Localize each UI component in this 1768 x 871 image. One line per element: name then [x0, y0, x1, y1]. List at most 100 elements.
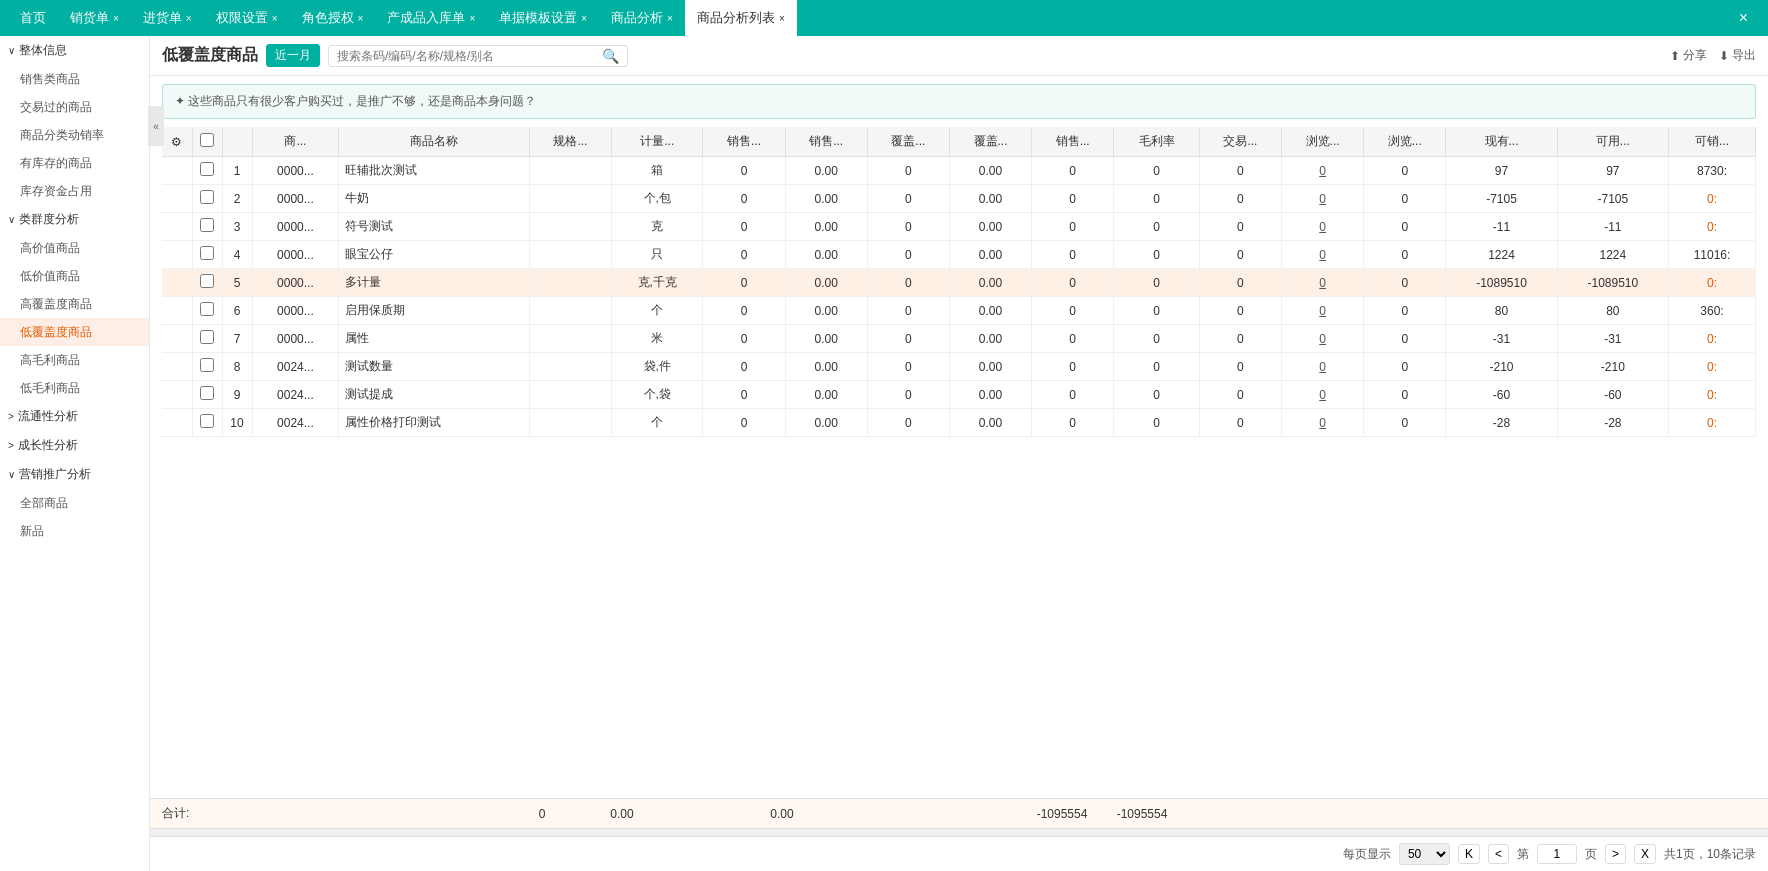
nav-item-商品分析列表[interactable]: 商品分析列表 ×: [685, 0, 797, 36]
col-sales-amt[interactable]: 销售...: [785, 127, 867, 157]
row-checkbox[interactable]: [200, 330, 214, 344]
col-transaction[interactable]: 交易...: [1199, 127, 1281, 157]
window-close-button[interactable]: ×: [1727, 9, 1760, 27]
row-checkbox[interactable]: [200, 358, 214, 372]
cell-view-link[interactable]: 0: [1282, 381, 1364, 409]
row-checkbox[interactable]: [200, 274, 214, 288]
col-spec[interactable]: 规格...: [529, 127, 611, 157]
row-checkbox[interactable]: [200, 414, 214, 428]
cell-data: -11: [1557, 213, 1668, 241]
cell-view-link[interactable]: 0: [1282, 409, 1364, 437]
sidebar-section-类群度分析[interactable]: ∨类群度分析: [0, 205, 149, 234]
nav-item-角色授权[interactable]: 角色授权 ×: [290, 0, 376, 36]
next-page-button[interactable]: >: [1605, 844, 1626, 864]
page-number-input[interactable]: [1537, 844, 1577, 864]
cell-data: 0024...: [252, 353, 339, 381]
sidebar-item-商品分类动销率[interactable]: 商品分类动销率: [0, 121, 149, 149]
total-records-label: 共1页，10条记录: [1664, 846, 1756, 863]
nav-item-首页[interactable]: 首页: [8, 0, 58, 36]
col-view2[interactable]: 浏览...: [1364, 127, 1446, 157]
last-page-button[interactable]: X: [1634, 844, 1656, 864]
cell-view-link[interactable]: 0: [1282, 241, 1364, 269]
sidebar-item-销售类商品[interactable]: 销售类商品: [0, 65, 149, 93]
sidebar-item-高覆盖度商品[interactable]: 高覆盖度商品: [0, 290, 149, 318]
cell-view-link[interactable]: 0: [1282, 269, 1364, 297]
col-unit[interactable]: 计量...: [612, 127, 703, 157]
per-page-select[interactable]: 2050100200: [1399, 843, 1450, 865]
nav-item-销货单[interactable]: 销货单 ×: [58, 0, 131, 36]
col-coverage1[interactable]: 覆盖...: [867, 127, 949, 157]
nav-item-单据模板设置[interactable]: 单据模板设置 ×: [487, 0, 599, 36]
sidebar-collapse-button[interactable]: «: [148, 106, 164, 146]
cell-data: 0: [1364, 325, 1446, 353]
cell-view-link[interactable]: 0: [1282, 185, 1364, 213]
select-all-checkbox[interactable]: [200, 133, 214, 147]
nav-close-商品分析[interactable]: ×: [667, 13, 673, 24]
prev-page-button[interactable]: <: [1488, 844, 1509, 864]
col-name[interactable]: 商品名称: [339, 127, 529, 157]
nav-close-单据模板设置[interactable]: ×: [581, 13, 587, 24]
checkbox-col-header[interactable]: [192, 127, 222, 157]
cell-view-link[interactable]: 0: [1282, 213, 1364, 241]
cell-data: 0: [703, 185, 785, 213]
nav-close-商品分析列表[interactable]: ×: [779, 13, 785, 24]
cell-data: 0: [1114, 185, 1200, 213]
col-view1[interactable]: 浏览...: [1282, 127, 1364, 157]
table-row: 30000...符号测试克00.0000.0000000-11-110:: [162, 213, 1756, 241]
sidebar-item-低覆盖度商品[interactable]: 低覆盖度商品: [0, 318, 149, 346]
cell-view-link[interactable]: 0: [1282, 325, 1364, 353]
sidebar-section-成长性分析[interactable]: >成长性分析: [0, 431, 149, 460]
nav-item-商品分析[interactable]: 商品分析 ×: [599, 0, 685, 36]
sidebar-item-有库存的商品[interactable]: 有库存的商品: [0, 149, 149, 177]
sidebar-item-低毛利商品[interactable]: 低毛利商品: [0, 374, 149, 402]
nav-item-进货单[interactable]: 进货单 ×: [131, 0, 204, 36]
col-coverage2[interactable]: 覆盖...: [949, 127, 1031, 157]
sidebar-item-库存资金占用[interactable]: 库存资金占用: [0, 177, 149, 205]
row-checkbox[interactable]: [200, 162, 214, 176]
sidebar-item-高价值商品[interactable]: 高价值商品: [0, 234, 149, 262]
cell-data: [529, 185, 611, 213]
col-current-stock[interactable]: 现有...: [1446, 127, 1557, 157]
cell-data: 0.00: [785, 381, 867, 409]
col-available-stock[interactable]: 可用...: [1557, 127, 1668, 157]
sidebar-item-新品[interactable]: 新品: [0, 517, 149, 545]
share-button[interactable]: ⬆ 分享: [1670, 47, 1707, 64]
nav-close-角色授权[interactable]: ×: [358, 13, 364, 24]
row-checkbox[interactable]: [200, 190, 214, 204]
row-checkbox[interactable]: [200, 302, 214, 316]
first-page-button[interactable]: K: [1458, 844, 1480, 864]
cell-data: 0: [867, 353, 949, 381]
sidebar-item-交易过的商品[interactable]: 交易过的商品: [0, 93, 149, 121]
nav-close-权限设置[interactable]: ×: [272, 13, 278, 24]
sidebar-section-整体信息[interactable]: ∨整体信息: [0, 36, 149, 65]
cell-view-link[interactable]: 0: [1282, 157, 1364, 185]
settings-col-header[interactable]: ⚙: [162, 127, 192, 157]
nav-item-产成品入库单[interactable]: 产成品入库单 ×: [375, 0, 487, 36]
export-button[interactable]: ⬇ 导出: [1719, 47, 1756, 64]
nav-close-进货单[interactable]: ×: [186, 13, 192, 24]
row-checkbox[interactable]: [200, 386, 214, 400]
horizontal-scrollbar[interactable]: [150, 828, 1768, 836]
sidebar-item-低价值商品[interactable]: 低价值商品: [0, 262, 149, 290]
row-checkbox[interactable]: [200, 218, 214, 232]
col-sales-qty[interactable]: 销售...: [703, 127, 785, 157]
sidebar-item-全部商品[interactable]: 全部商品: [0, 489, 149, 517]
nav-close-产成品入库单[interactable]: ×: [469, 13, 475, 24]
sidebar-section-流通性分析[interactable]: >流通性分析: [0, 402, 149, 431]
col-gross-margin[interactable]: 毛利率: [1114, 127, 1200, 157]
row-checkbox[interactable]: [200, 246, 214, 260]
nav-item-权限设置[interactable]: 权限设置 ×: [204, 0, 290, 36]
nav-close-销货单[interactable]: ×: [113, 13, 119, 24]
sidebar-item-高毛利商品[interactable]: 高毛利商品: [0, 346, 149, 374]
cell-view-link[interactable]: 0: [1282, 353, 1364, 381]
table-container[interactable]: ⚙ 商... 商品名称 规格... 计量... 销售... 销售... 覆盖..…: [150, 127, 1768, 798]
col-sales-other[interactable]: 销售...: [1032, 127, 1114, 157]
col-saleable[interactable]: 可销...: [1669, 127, 1756, 157]
col-code[interactable]: 商...: [252, 127, 339, 157]
date-filter-recent-month[interactable]: 近一月: [266, 44, 320, 67]
cell-data: 袋,件: [612, 353, 703, 381]
search-input[interactable]: [337, 49, 602, 63]
cell-data: 箱: [612, 157, 703, 185]
sidebar-section-营销推广分析[interactable]: ∨营销推广分析: [0, 460, 149, 489]
cell-view-link[interactable]: 0: [1282, 297, 1364, 325]
